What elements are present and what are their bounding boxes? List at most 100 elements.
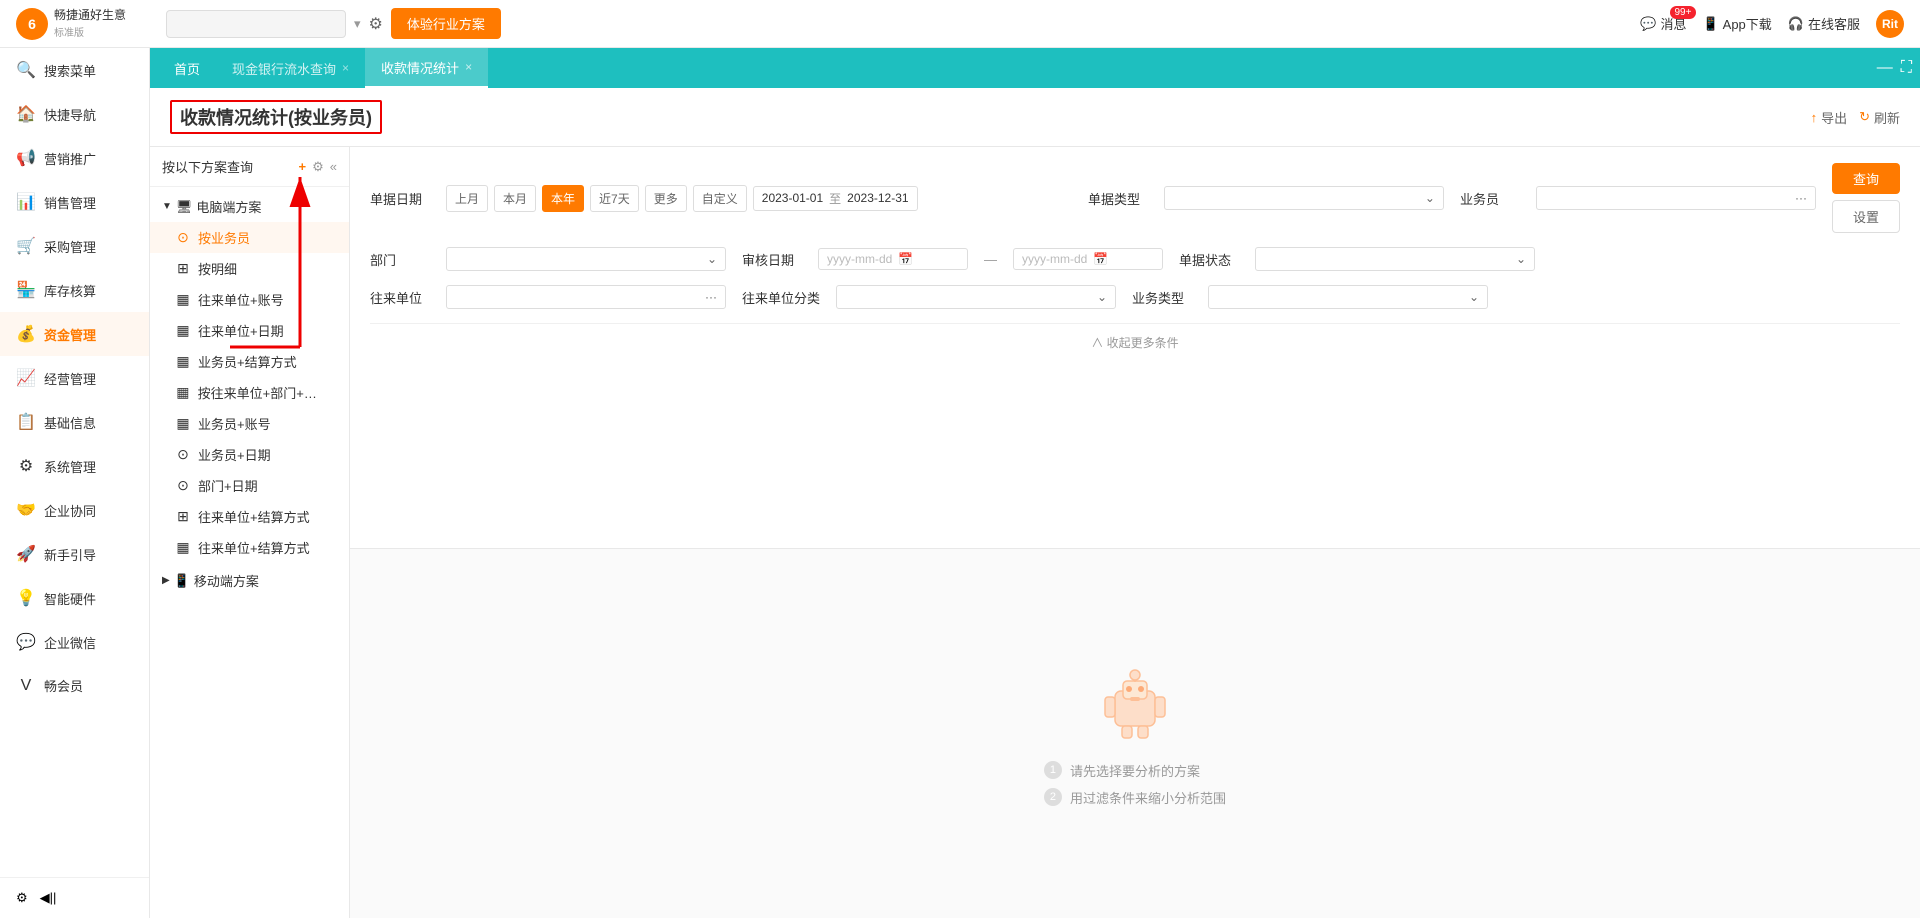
finance-icon: 💰 [16, 324, 36, 344]
sidebar-item-search-menu[interactable]: 🔍 搜索菜单 [0, 48, 149, 92]
sidebar-item-sales[interactable]: 📊 销售管理 [0, 180, 149, 224]
date-btn-custom[interactable]: 自定义 [693, 185, 747, 212]
biz-type-select[interactable]: ⌄ [1208, 285, 1488, 309]
scheme-add-icon[interactable]: + [299, 159, 307, 175]
refresh-button[interactable]: ↻ 刷新 [1859, 108, 1900, 127]
tab-minimize-icon[interactable]: — [1877, 59, 1893, 77]
sidebar-item-purchase[interactable]: 🛒 采购管理 [0, 224, 149, 268]
date-btn-more[interactable]: 更多 [645, 185, 687, 212]
filter-area: 单据日期 上月 本月 本年 近7天 更多 自定义 2023-01-01 至 20 [350, 147, 1920, 548]
home-icon: 🏠 [16, 104, 36, 124]
top-nav-area: ▾ ⚙ 体验行业方案 [166, 8, 1640, 39]
main-layout: 🔍 搜索菜单 🏠 快捷导航 📢 营销推广 📊 销售管理 🛒 采购管理 🏪 库存核… [0, 48, 1920, 918]
clock2-icon: ⊙ [174, 477, 192, 494]
sidebar-collapse-icon[interactable]: ◀|| [40, 890, 57, 906]
filter-row-3: 往来单位 ··· 往来单位分类 ⌄ 业务类型 [370, 285, 1900, 309]
tree-group-pc-header[interactable]: ▼ 🖥 电脑端方案 [150, 191, 349, 222]
user-avatar[interactable]: Rit [1876, 10, 1904, 38]
calendar-icon-from[interactable]: 📅 [898, 252, 913, 266]
tab-maximize-icon[interactable]: ⛶ [1901, 59, 1912, 77]
filter-row-2: 部门 ⌄ 审核日期 yyyy-mm-dd 📅 — yyyy-mm-dd [370, 247, 1900, 271]
tree-item-partner-settlement2[interactable]: ▦ 往来单位+结算方式 [150, 532, 349, 563]
settings-button[interactable]: 设置 [1832, 200, 1900, 233]
date-btn-this-year[interactable]: 本年 [542, 185, 584, 212]
settings-icon[interactable]: ⚙ [369, 14, 383, 34]
bottom-section: 1 请先选择要分析的方案 2 用过滤条件来缩小分析范围 [350, 548, 1920, 918]
smart-icon: 💡 [16, 588, 36, 608]
sidebar-settings-icon[interactable]: ⚙ [16, 890, 28, 906]
sidebar-item-system[interactable]: ⚙ 系统管理 [0, 444, 149, 488]
search-icon: 🔍 [16, 60, 36, 80]
review-date-from[interactable]: yyyy-mm-dd 📅 [818, 248, 968, 270]
type-select[interactable]: ⌄ [1164, 186, 1444, 210]
sidebar-item-quick-nav[interactable]: 🏠 快捷导航 [0, 92, 149, 136]
scheme-settings-icon[interactable]: ⚙ [312, 159, 324, 175]
app-download-button[interactable]: 📱 App下载 [1702, 14, 1771, 33]
tree-item-dept-date[interactable]: ⊙ 部门+日期 [150, 470, 349, 501]
calendar-icon-to[interactable]: 📅 [1093, 252, 1108, 266]
date-btn-last-month[interactable]: 上月 [446, 185, 488, 212]
salesperson-label: 业务员 [1460, 189, 1520, 208]
tree-item-partner-dept[interactable]: ▦ 按往来单位+部门+收... [150, 377, 349, 408]
tab-close-bank-flow[interactable]: × [342, 61, 349, 75]
dept-select[interactable]: ⌄ [446, 247, 726, 271]
date-btn-this-month[interactable]: 本月 [494, 185, 536, 212]
type-label: 单据类型 [1088, 189, 1148, 208]
trial-button[interactable]: 体验行业方案 [391, 8, 501, 39]
tree-item-salesperson-account[interactable]: ▦ 业务员+账号 [150, 408, 349, 439]
chart-icon: ▦ [174, 353, 192, 370]
tree-item-salesperson-date[interactable]: ⊙ 业务员+日期 [150, 439, 349, 470]
nav-dropdown-icon[interactable]: ▾ [354, 16, 361, 32]
sidebar-item-wechat[interactable]: 💬 企业微信 [0, 620, 149, 664]
sidebar-item-guide[interactable]: 🚀 新手引导 [0, 532, 149, 576]
sidebar-item-marketing[interactable]: 📢 营销推广 [0, 136, 149, 180]
tree-item-by-salesperson[interactable]: ⊙ 按业务员 [150, 222, 349, 253]
tree-item-partner-settlement1[interactable]: ⊞ 往来单位+结算方式 [150, 501, 349, 532]
content-area: 首页 现金银行流水查询 × 收款情况统计 × — ⛶ 收款情况统计(按业务员) … [150, 48, 1920, 918]
status-select[interactable]: ⌄ [1255, 247, 1535, 271]
collapse-conditions-bar[interactable]: ∧ 收起更多条件 [370, 323, 1900, 361]
sidebar-item-member[interactable]: V 畅会员 [0, 664, 149, 707]
tab-bank-flow[interactable]: 现金银行流水查询 × [216, 48, 365, 88]
salesperson-select[interactable]: ··· [1536, 186, 1816, 210]
review-date-dash: — [984, 252, 997, 267]
partner-select-more[interactable]: ··· [705, 290, 717, 304]
tree-group-pc: ▼ 🖥 电脑端方案 ⊙ 按业务员 ⊞ 按明细 [150, 191, 349, 563]
query-button[interactable]: 查询 [1832, 163, 1900, 194]
tab-bar-right: — ⛶ [1877, 59, 1912, 77]
main-content: 按以下方案查询 + ⚙ « [150, 147, 1920, 918]
sidebar-item-smart-hardware[interactable]: 💡 智能硬件 [0, 576, 149, 620]
tree-item-detail[interactable]: ⊞ 按明细 [150, 253, 349, 284]
table4-icon: ▦ [174, 415, 192, 432]
date-label: 单据日期 [370, 189, 430, 208]
hint-item-2: 2 用过滤条件来缩小分析范围 [1044, 788, 1226, 807]
tree-item-partner-date[interactable]: ▦ 往来单位+日期 [150, 315, 349, 346]
refresh-icon: ↻ [1859, 109, 1870, 125]
sidebar-item-basic[interactable]: 📋 基础信息 [0, 400, 149, 444]
basic-icon: 📋 [16, 412, 36, 432]
marketing-icon: 📢 [16, 148, 36, 168]
partner-category-select[interactable]: ⌄ [836, 285, 1116, 309]
biz-type-arrow: ⌄ [1469, 290, 1479, 304]
export-button[interactable]: ↑ 导出 [1811, 108, 1848, 127]
tree-group-mobile-header[interactable]: ▶ 📱 移动端方案 [150, 565, 349, 596]
sidebar-item-cooperation[interactable]: 🤝 企业协同 [0, 488, 149, 532]
partner-select[interactable]: ··· [446, 285, 726, 309]
salesperson-select-more[interactable]: ··· [1795, 191, 1807, 205]
online-service-button[interactable]: 🎧 在线客服 [1788, 14, 1860, 33]
filter-row-1: 单据日期 上月 本月 本年 近7天 更多 自定义 2023-01-01 至 20 [370, 163, 1900, 233]
sidebar-item-inventory[interactable]: 🏪 库存核算 [0, 268, 149, 312]
tab-home[interactable]: 首页 [158, 48, 216, 88]
partner-category-arrow: ⌄ [1097, 290, 1107, 304]
sidebar-item-operation[interactable]: 📈 经营管理 [0, 356, 149, 400]
review-date-to[interactable]: yyyy-mm-dd 📅 [1013, 248, 1163, 270]
date-btn-7days[interactable]: 近7天 [590, 185, 639, 212]
sidebar-item-finance[interactable]: 💰 资金管理 [0, 312, 149, 356]
tab-collection-stats[interactable]: 收款情况统计 × [365, 48, 488, 88]
tree-item-salesperson-settlement[interactable]: ▦ 业务员+结算方式 [150, 346, 349, 377]
tree-item-partner-account[interactable]: ▦ 往来单位+账号 [150, 284, 349, 315]
scheme-collapse-icon[interactable]: « [330, 159, 337, 175]
top-nav-input[interactable] [166, 10, 346, 38]
messages-button[interactable]: 💬 消息 99+ [1640, 14, 1686, 33]
tab-close-collection[interactable]: × [465, 60, 472, 74]
